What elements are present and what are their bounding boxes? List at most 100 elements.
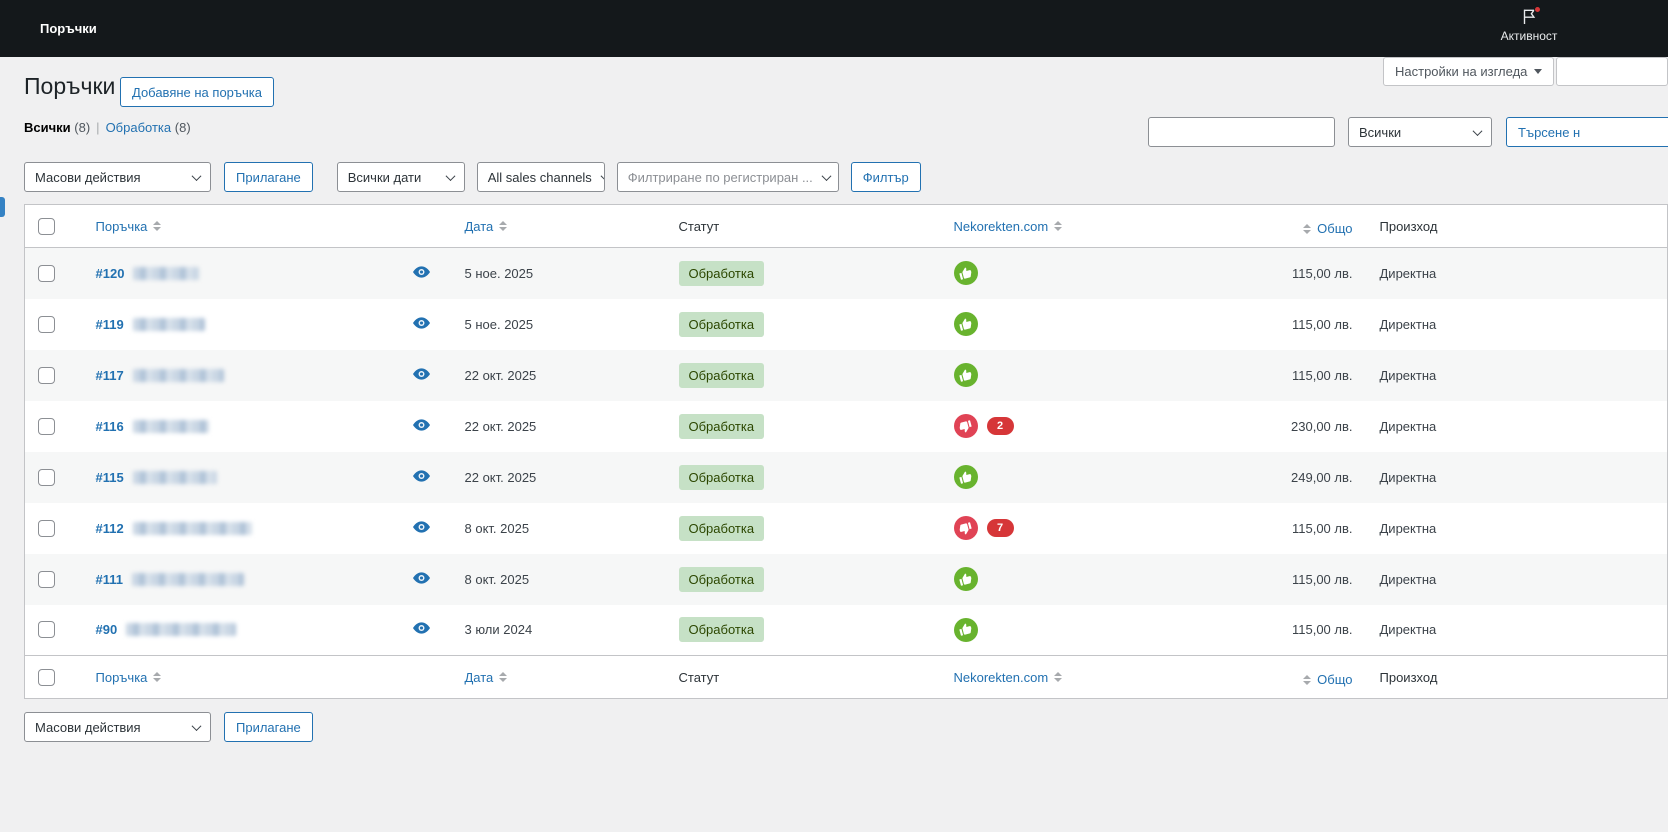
search-customer-type-select[interactable]: Всички (1348, 117, 1492, 147)
order-date: 22 окт. 2025 (464, 418, 537, 434)
screen-options-tab[interactable]: Настройки на изгледа (1383, 57, 1555, 86)
order-status-badge: Обработка (678, 617, 765, 643)
redacted-customer-name (132, 317, 205, 331)
orders-tbody: #120 5 ное. 2025 Обработка 115,00 лв. Ди… (24, 247, 1668, 656)
bulk-actions-select[interactable]: Масови действия (24, 162, 211, 192)
view-separator: | (96, 120, 100, 135)
help-tab-partial[interactable] (1556, 57, 1668, 86)
registered-customer-placeholder: Филтриране по регистриран ... (627, 169, 813, 185)
admin-bar: Поръчки Активност (0, 0, 1668, 57)
order-origin: Директна (1379, 469, 1437, 485)
search-orders-input[interactable] (1148, 117, 1335, 147)
sort-by-date-footer[interactable]: Дата (465, 670, 508, 685)
search-orders-button[interactable]: Търсене н (1506, 117, 1668, 147)
preview-eye-icon[interactable] (412, 367, 430, 380)
row-checkbox[interactable] (38, 315, 55, 333)
activity-label: Активност (1500, 29, 1558, 43)
redacted-customer-name (133, 266, 200, 280)
chevron-down-icon (821, 170, 832, 181)
preview-eye-icon[interactable] (412, 469, 430, 482)
order-link[interactable]: #111 (96, 572, 124, 587)
sort-by-nekorekten[interactable]: Nekorekten.com (954, 219, 1063, 234)
rating-indicator[interactable]: 7 (953, 516, 1014, 540)
orders-admin-page: Поръчки Активност Настройки на изгледа П… (0, 0, 1668, 832)
admin-menu-collapse-nub[interactable] (0, 197, 5, 217)
sort-arrows-icon (1054, 221, 1063, 231)
view-processing-link[interactable]: Обработка (8) (106, 120, 191, 135)
order-link[interactable]: #120 (96, 266, 125, 281)
sort-by-order-footer[interactable]: Поръчка (96, 670, 162, 685)
preview-eye-icon[interactable] (412, 316, 430, 329)
row-checkbox[interactable] (38, 264, 55, 282)
status-column-label: Статут (678, 218, 720, 234)
row-checkbox[interactable] (38, 570, 55, 588)
order-origin: Директна (1379, 418, 1437, 434)
preview-eye-icon[interactable] (412, 418, 430, 431)
order-column-label: Поръчка (95, 218, 148, 234)
apply-button-footer[interactable]: Прилагане (224, 712, 313, 742)
rating-indicator[interactable]: 2 (953, 414, 1014, 438)
row-checkbox[interactable] (38, 621, 55, 639)
order-row: #116 22 окт. 2025 Обработка 2 230,00 лв.… (25, 401, 1668, 452)
order-link[interactable]: #119 (96, 317, 124, 332)
view-processing-count: (8) (174, 120, 191, 135)
chevron-down-icon (445, 170, 456, 181)
row-checkbox[interactable] (38, 519, 55, 537)
row-checkbox[interactable] (38, 468, 55, 486)
order-row: #115 22 окт. 2025 Обработка 249,00 лв. Д… (24, 451, 1668, 503)
rating-indicator[interactable] (953, 312, 978, 336)
screen-options-label: Настройки на изгледа (1395, 64, 1528, 79)
sort-by-nekorekten-footer[interactable]: Nekorekten.com (954, 670, 1063, 685)
sales-channels-select[interactable]: All sales channels (476, 162, 605, 192)
registered-customer-filter-select[interactable]: Филтриране по регистриран ... (616, 162, 839, 192)
apply-button[interactable]: Прилагане (224, 162, 313, 192)
preview-eye-icon[interactable] (412, 622, 430, 634)
sort-by-total[interactable]: Общо (1303, 221, 1353, 236)
bulk-actions-select-footer[interactable]: Масови действия (24, 712, 211, 742)
order-link[interactable]: #117 (96, 368, 124, 383)
order-link[interactable]: #116 (96, 419, 124, 434)
row-checkbox[interactable] (38, 366, 55, 384)
order-status-badge: Обработка (678, 464, 765, 490)
activity-menu[interactable]: Активност (1498, 6, 1560, 43)
row-checkbox[interactable] (38, 417, 55, 435)
view-all-link[interactable]: Всички (8) (24, 120, 90, 135)
redacted-customer-name (132, 572, 244, 586)
add-order-button[interactable]: Добавяне на поръчка (120, 77, 274, 107)
order-row: #111 8 окт. 2025 Обработка 115,00 лв. Ди… (24, 553, 1668, 605)
admin-bar-page-label: Поръчки (40, 21, 97, 36)
order-total: 115,00 лв. (1291, 367, 1353, 383)
order-total: 115,00 лв. (1291, 520, 1353, 536)
rating-indicator[interactable] (953, 465, 978, 489)
order-total: 115,00 лв. (1291, 265, 1353, 281)
rating-indicator[interactable] (953, 261, 978, 286)
flag-icon (1522, 6, 1541, 28)
sort-by-date[interactable]: Дата (465, 219, 508, 234)
select-all-checkbox[interactable] (38, 217, 55, 235)
origin-column-label: Произход (1379, 218, 1438, 234)
footer-bulk-toolbar: Масови действия Прилагане (24, 712, 313, 742)
preview-eye-icon[interactable] (412, 266, 430, 278)
order-link[interactable]: #112 (96, 521, 124, 536)
preview-eye-icon[interactable] (412, 571, 430, 584)
sort-arrows-icon (1303, 223, 1312, 234)
thumbs-up-icon (953, 465, 978, 489)
select-all-checkbox-footer[interactable] (38, 668, 55, 686)
sort-arrows-icon (153, 221, 162, 231)
orders-table: Поръчка Дата Статут Nekorekten.com Общо … (24, 204, 1668, 699)
sort-by-order[interactable]: Поръчка (96, 219, 162, 234)
rating-indicator[interactable] (953, 617, 978, 642)
chevron-down-icon (1472, 125, 1483, 136)
sort-by-total-footer[interactable]: Общо (1303, 672, 1353, 687)
rating-indicator[interactable] (953, 363, 978, 387)
dates-filter-select[interactable]: Всички дати (336, 162, 465, 192)
order-link[interactable]: #90 (96, 622, 118, 637)
order-link[interactable]: #115 (96, 470, 124, 485)
order-status-badge: Обработка (678, 566, 765, 592)
filter-button[interactable]: Филтър (850, 162, 921, 192)
sales-channels-value: All sales channels (487, 169, 592, 185)
order-date: 5 ное. 2025 (464, 265, 534, 281)
order-origin: Директна (1379, 316, 1437, 332)
rating-indicator[interactable] (953, 567, 978, 591)
preview-eye-icon[interactable] (412, 520, 430, 533)
